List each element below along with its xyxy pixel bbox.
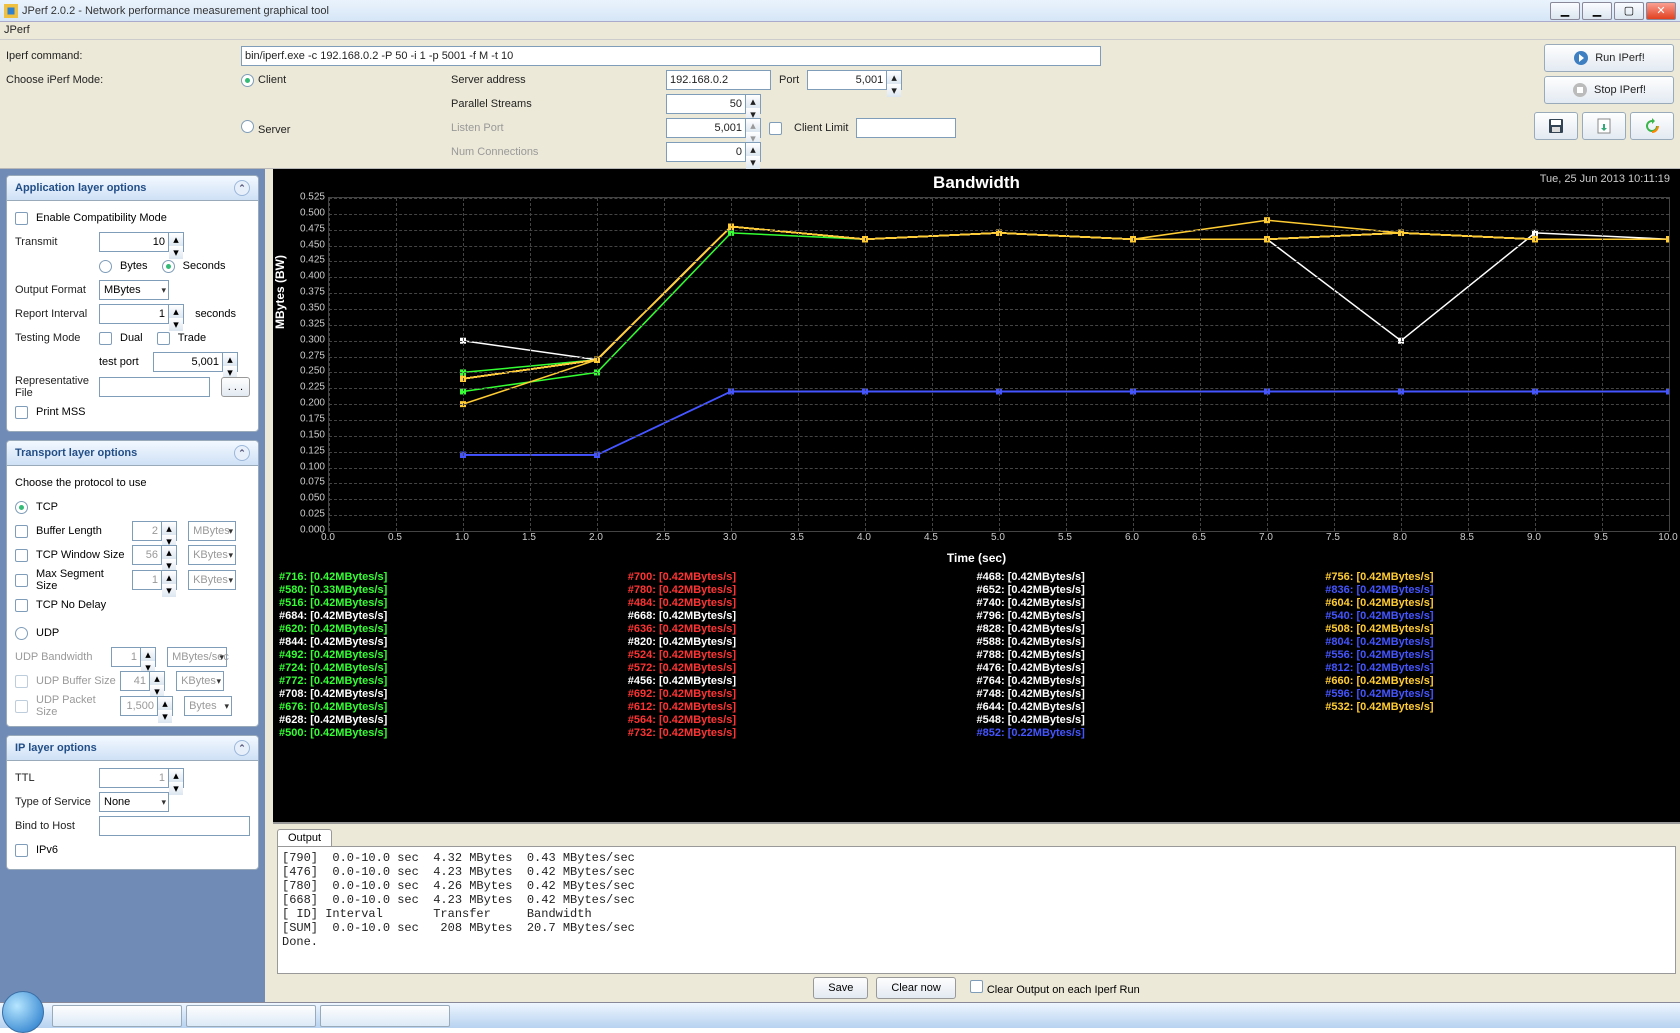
radio-client[interactable] xyxy=(241,74,254,87)
collapse-ip-icon[interactable]: ⌃ xyxy=(234,740,250,756)
refresh-icon-button[interactable] xyxy=(1630,112,1674,140)
taskbar[interactable] xyxy=(0,1002,1680,1028)
x-axis-label: Time (sec) xyxy=(947,551,1006,565)
radio-udp[interactable] xyxy=(15,627,28,640)
output-area: Output [790] 0.0-10.0 sec 4.32 MBytes 0.… xyxy=(273,822,1680,1002)
radio-bytes[interactable] xyxy=(99,260,112,273)
report-interval-input[interactable]: 1 xyxy=(99,304,169,324)
bind-input[interactable] xyxy=(99,816,250,836)
run-icon xyxy=(1573,50,1589,66)
compat-check[interactable] xyxy=(15,212,28,225)
export-icon-button[interactable] xyxy=(1582,112,1626,140)
save-icon-button[interactable] xyxy=(1534,112,1578,140)
listen-port-label: Listen Port xyxy=(451,122,666,134)
trade-check[interactable] xyxy=(157,332,170,345)
collapse-app-icon[interactable]: ⌃ xyxy=(234,180,250,196)
parallel-spinner[interactable]: ▴▾ xyxy=(746,94,761,114)
client-limit-input xyxy=(856,118,956,138)
start-button[interactable] xyxy=(2,991,44,1033)
stop-button: Stop IPerf! xyxy=(1544,76,1674,104)
output-tab[interactable]: Output xyxy=(277,829,332,846)
cmd-label: Iperf command: xyxy=(6,50,241,62)
radio-server[interactable] xyxy=(241,120,254,133)
parallel-input[interactable]: 50 xyxy=(666,94,746,114)
panel-transport-layer: Transport layer options⌃ Choose the prot… xyxy=(6,440,259,727)
plot xyxy=(328,197,1670,532)
output-format-select[interactable]: MBytes xyxy=(99,280,169,300)
refresh-icon xyxy=(1643,117,1661,135)
ipv6-check[interactable] xyxy=(15,844,28,857)
clear-each-check[interactable] xyxy=(970,980,983,993)
ttl-input: 1 xyxy=(99,768,169,788)
chart-legend: #716: [0.42MBytes/s]#700: [0.42MBytes/s]… xyxy=(273,569,1680,822)
winsize-check[interactable] xyxy=(15,549,28,562)
app-icon xyxy=(4,4,18,18)
window-title: JPerf 2.0.2 - Network performance measur… xyxy=(22,5,1548,17)
panel-app-layer: Application layer options⌃ Enable Compat… xyxy=(6,175,259,432)
browse-button[interactable]: . . . xyxy=(221,377,250,397)
run-button[interactable]: Run IPerf! xyxy=(1544,44,1674,72)
chart-title: Bandwidth xyxy=(273,169,1680,193)
taskbar-item[interactable] xyxy=(186,1005,316,1027)
menu-jperf[interactable]: JPerf xyxy=(0,22,1680,40)
chart-area: Tue, 25 Jun 2013 10:11:19 Bandwidth MByt… xyxy=(273,169,1680,822)
taskbar-item[interactable] xyxy=(320,1005,450,1027)
collapse-transport-icon[interactable]: ⌃ xyxy=(234,445,250,461)
port-input[interactable]: 5,001 xyxy=(807,70,887,90)
chart-timestamp: Tue, 25 Jun 2013 10:11:19 xyxy=(1540,173,1670,185)
port-label: Port xyxy=(779,74,799,86)
nodelay-check[interactable] xyxy=(15,599,28,612)
server-address-input[interactable]: 192.168.0.2 xyxy=(666,70,771,90)
output-text[interactable]: [790] 0.0-10.0 sec 4.32 MBytes 0.43 MByt… xyxy=(277,846,1676,974)
parallel-label: Parallel Streams xyxy=(451,98,666,110)
titlebar[interactable]: JPerf 2.0.2 - Network performance measur… xyxy=(0,0,1680,22)
close-button[interactable]: ✕ xyxy=(1646,2,1676,20)
save-button[interactable]: Save xyxy=(813,977,868,999)
panel-ip-layer: IP layer options⌃ TTL1▴▾ Type of Service… xyxy=(6,735,259,870)
test-port-input[interactable]: 5,001 xyxy=(153,352,223,372)
cmd-input[interactable]: bin/iperf.exe -c 192.168.0.2 -P 50 -i 1 … xyxy=(241,46,1101,66)
numconn-input: 0 xyxy=(666,142,746,162)
y-axis: 0.0000.0250.0500.0750.1000.1250.1500.175… xyxy=(283,197,325,532)
transmit-input[interactable]: 10 xyxy=(99,232,169,252)
print-mss-check[interactable] xyxy=(15,406,28,419)
radio-seconds[interactable] xyxy=(162,260,175,273)
tos-select[interactable]: None xyxy=(99,792,169,812)
taskbar-item[interactable] xyxy=(52,1005,182,1027)
numconn-label: Num Connections xyxy=(451,146,666,158)
minimize-button[interactable]: ▁ xyxy=(1582,2,1612,20)
x-axis: 0.00.51.01.52.02.53.03.54.04.55.05.56.06… xyxy=(328,532,1670,548)
maxseg-check[interactable] xyxy=(15,574,28,587)
client-limit-check xyxy=(769,122,782,135)
splitter[interactable] xyxy=(265,169,273,1002)
rep-file-input[interactable] xyxy=(99,377,210,397)
mode-label: Choose iPerf Mode: xyxy=(6,74,241,86)
top-form: Iperf command: bin/iperf.exe -c 192.168.… xyxy=(0,40,1680,169)
floppy-icon xyxy=(1547,117,1565,135)
buflen-check[interactable] xyxy=(15,525,28,538)
listen-port-input: 5,001 xyxy=(666,118,746,138)
maximize-button[interactable]: ▢ xyxy=(1614,2,1644,20)
sidebar: Application layer options⌃ Enable Compat… xyxy=(0,169,265,1002)
page-icon xyxy=(1595,117,1613,135)
port-spinner[interactable]: ▴▾ xyxy=(887,70,902,90)
minimize-extra-button[interactable]: ▁ xyxy=(1550,2,1580,20)
dual-check[interactable] xyxy=(99,332,112,345)
stop-icon xyxy=(1572,82,1588,98)
clear-button[interactable]: Clear now xyxy=(876,977,956,999)
server-addr-label: Server address xyxy=(451,74,666,86)
radio-tcp[interactable] xyxy=(15,501,28,514)
